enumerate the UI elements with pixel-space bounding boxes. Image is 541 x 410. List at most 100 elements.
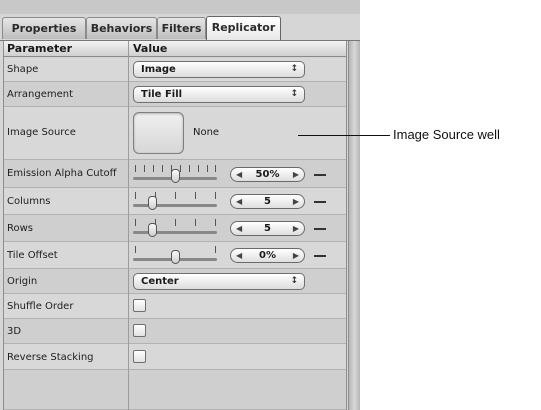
image-source-well[interactable] xyxy=(133,112,184,154)
slider-thumb[interactable] xyxy=(148,196,157,210)
callout-line xyxy=(298,135,390,136)
callout-label: Image Source well xyxy=(393,127,500,142)
slider-tick xyxy=(180,165,181,172)
columns-value[interactable]: 5 xyxy=(245,195,290,208)
right-arrow-icon[interactable]: ▶ xyxy=(293,168,299,181)
row-image-source: Image Source None xyxy=(4,107,346,160)
emission-alpha-cutoff-value[interactable]: 50% xyxy=(245,168,290,181)
row-reverse-stacking: Reverse Stacking xyxy=(4,344,346,370)
up-down-arrows-icon: ↕ xyxy=(290,89,298,99)
header-value: Value xyxy=(133,42,168,55)
row-shape: Shape Image ↕ xyxy=(4,58,346,82)
row-columns: Columns ◀ 5 ▶ xyxy=(4,188,346,215)
minus-icon[interactable] xyxy=(314,174,326,176)
left-arrow-icon[interactable]: ◀ xyxy=(236,195,242,208)
slider-tick xyxy=(195,219,196,226)
slider-tick xyxy=(189,165,190,172)
origin-popup[interactable]: Center ↕ xyxy=(133,273,305,290)
left-arrow-icon[interactable]: ◀ xyxy=(236,168,242,181)
row-tile-offset: Tile Offset ◀ 0% ▶ xyxy=(4,242,346,269)
slider-track xyxy=(133,231,217,234)
rows-label: Rows xyxy=(7,223,34,234)
slider-thumb[interactable] xyxy=(171,250,180,264)
minus-icon[interactable] xyxy=(314,228,326,230)
tile-offset-stepper[interactable]: ◀ 0% ▶ xyxy=(230,248,305,263)
slider-tick xyxy=(135,165,136,172)
tile-offset-value[interactable]: 0% xyxy=(245,249,290,262)
columns-slider[interactable] xyxy=(133,190,217,212)
slider-tick xyxy=(195,192,196,199)
shuffle-order-label: Shuffle Order xyxy=(7,301,74,312)
panel-top-strip xyxy=(0,0,360,14)
image-source-label: Image Source xyxy=(7,127,76,138)
slider-tick xyxy=(215,246,216,253)
slider-tick xyxy=(135,192,136,199)
left-arrow-icon[interactable]: ◀ xyxy=(236,222,242,235)
column-divider xyxy=(128,41,129,410)
vertical-scrollbar[interactable] xyxy=(348,41,360,410)
row-arrangement: Arrangement Tile Fill ↕ xyxy=(4,82,346,107)
reverse-stacking-label: Reverse Stacking xyxy=(7,352,94,363)
row-empty xyxy=(4,370,346,410)
row-rows: Rows ◀ 5 ▶ xyxy=(4,215,346,242)
emission-alpha-cutoff-slider[interactable] xyxy=(133,163,217,185)
right-arrow-icon[interactable]: ▶ xyxy=(293,222,299,235)
slider-tick xyxy=(207,165,208,172)
table-header: Parameter Value xyxy=(4,41,346,57)
shape-popup[interactable]: Image ↕ xyxy=(133,61,305,78)
slider-tick xyxy=(135,246,136,253)
slider-tick xyxy=(175,192,176,199)
header-parameter: Parameter xyxy=(7,42,73,55)
right-arrow-icon[interactable]: ▶ xyxy=(293,249,299,262)
row-origin: Origin Center ↕ xyxy=(4,269,346,294)
origin-label: Origin xyxy=(7,276,38,287)
arrangement-value: Tile Fill xyxy=(141,89,183,100)
arrangement-popup[interactable]: Tile Fill ↕ xyxy=(133,86,305,103)
emission-alpha-cutoff-stepper[interactable]: ◀ 50% ▶ xyxy=(230,167,305,182)
up-down-arrows-icon: ↕ xyxy=(290,276,298,286)
inspector-panel: Properties Behaviors Filters Replicator … xyxy=(0,0,360,410)
origin-value: Center xyxy=(141,276,179,287)
shape-value: Image xyxy=(141,64,176,75)
slider-tick xyxy=(144,165,145,172)
rows-value[interactable]: 5 xyxy=(245,222,290,235)
3d-label: 3D xyxy=(7,326,22,337)
left-arrow-icon[interactable]: ◀ xyxy=(236,249,242,262)
slider-tick xyxy=(153,165,154,172)
image-source-value: None xyxy=(193,127,220,138)
slider-tick xyxy=(215,192,216,199)
slider-tick xyxy=(162,165,163,172)
emission-alpha-cutoff-label: Emission Alpha Cutoff xyxy=(7,168,117,179)
minus-icon[interactable] xyxy=(314,255,326,257)
tab-properties[interactable]: Properties xyxy=(2,17,86,39)
slider-tick xyxy=(135,219,136,226)
shape-label: Shape xyxy=(7,64,39,75)
tab-replicator[interactable]: Replicator xyxy=(206,16,281,40)
slider-tick xyxy=(215,219,216,226)
row-shuffle-order: Shuffle Order xyxy=(4,294,346,319)
row-3d: 3D xyxy=(4,319,346,344)
tile-offset-label: Tile Offset xyxy=(7,250,58,261)
right-arrow-icon[interactable]: ▶ xyxy=(293,195,299,208)
slider-tick xyxy=(175,219,176,226)
slider-thumb[interactable] xyxy=(148,223,157,237)
tab-behaviors[interactable]: Behaviors xyxy=(86,17,157,39)
tile-offset-slider[interactable] xyxy=(133,244,217,266)
slider-tick xyxy=(198,165,199,172)
columns-label: Columns xyxy=(7,196,51,207)
shuffle-order-checkbox[interactable] xyxy=(133,299,146,312)
reverse-stacking-checkbox[interactable] xyxy=(133,350,146,363)
arrangement-label: Arrangement xyxy=(7,89,74,100)
row-emission-alpha-cutoff: Emission Alpha Cutoff ◀ 50% ▶ xyxy=(4,160,346,188)
columns-stepper[interactable]: ◀ 5 ▶ xyxy=(230,194,305,209)
slider-tick xyxy=(215,165,216,172)
tab-filters[interactable]: Filters xyxy=(157,17,206,39)
parameter-table: Parameter Value Shape Image ↕ Arrangemen… xyxy=(3,41,347,410)
rows-slider[interactable] xyxy=(133,217,217,239)
slider-thumb[interactable] xyxy=(171,169,180,183)
slider-track xyxy=(133,204,217,207)
minus-icon[interactable] xyxy=(314,201,326,203)
rows-stepper[interactable]: ◀ 5 ▶ xyxy=(230,221,305,236)
3d-checkbox[interactable] xyxy=(133,324,146,337)
up-down-arrows-icon: ↕ xyxy=(290,64,298,74)
